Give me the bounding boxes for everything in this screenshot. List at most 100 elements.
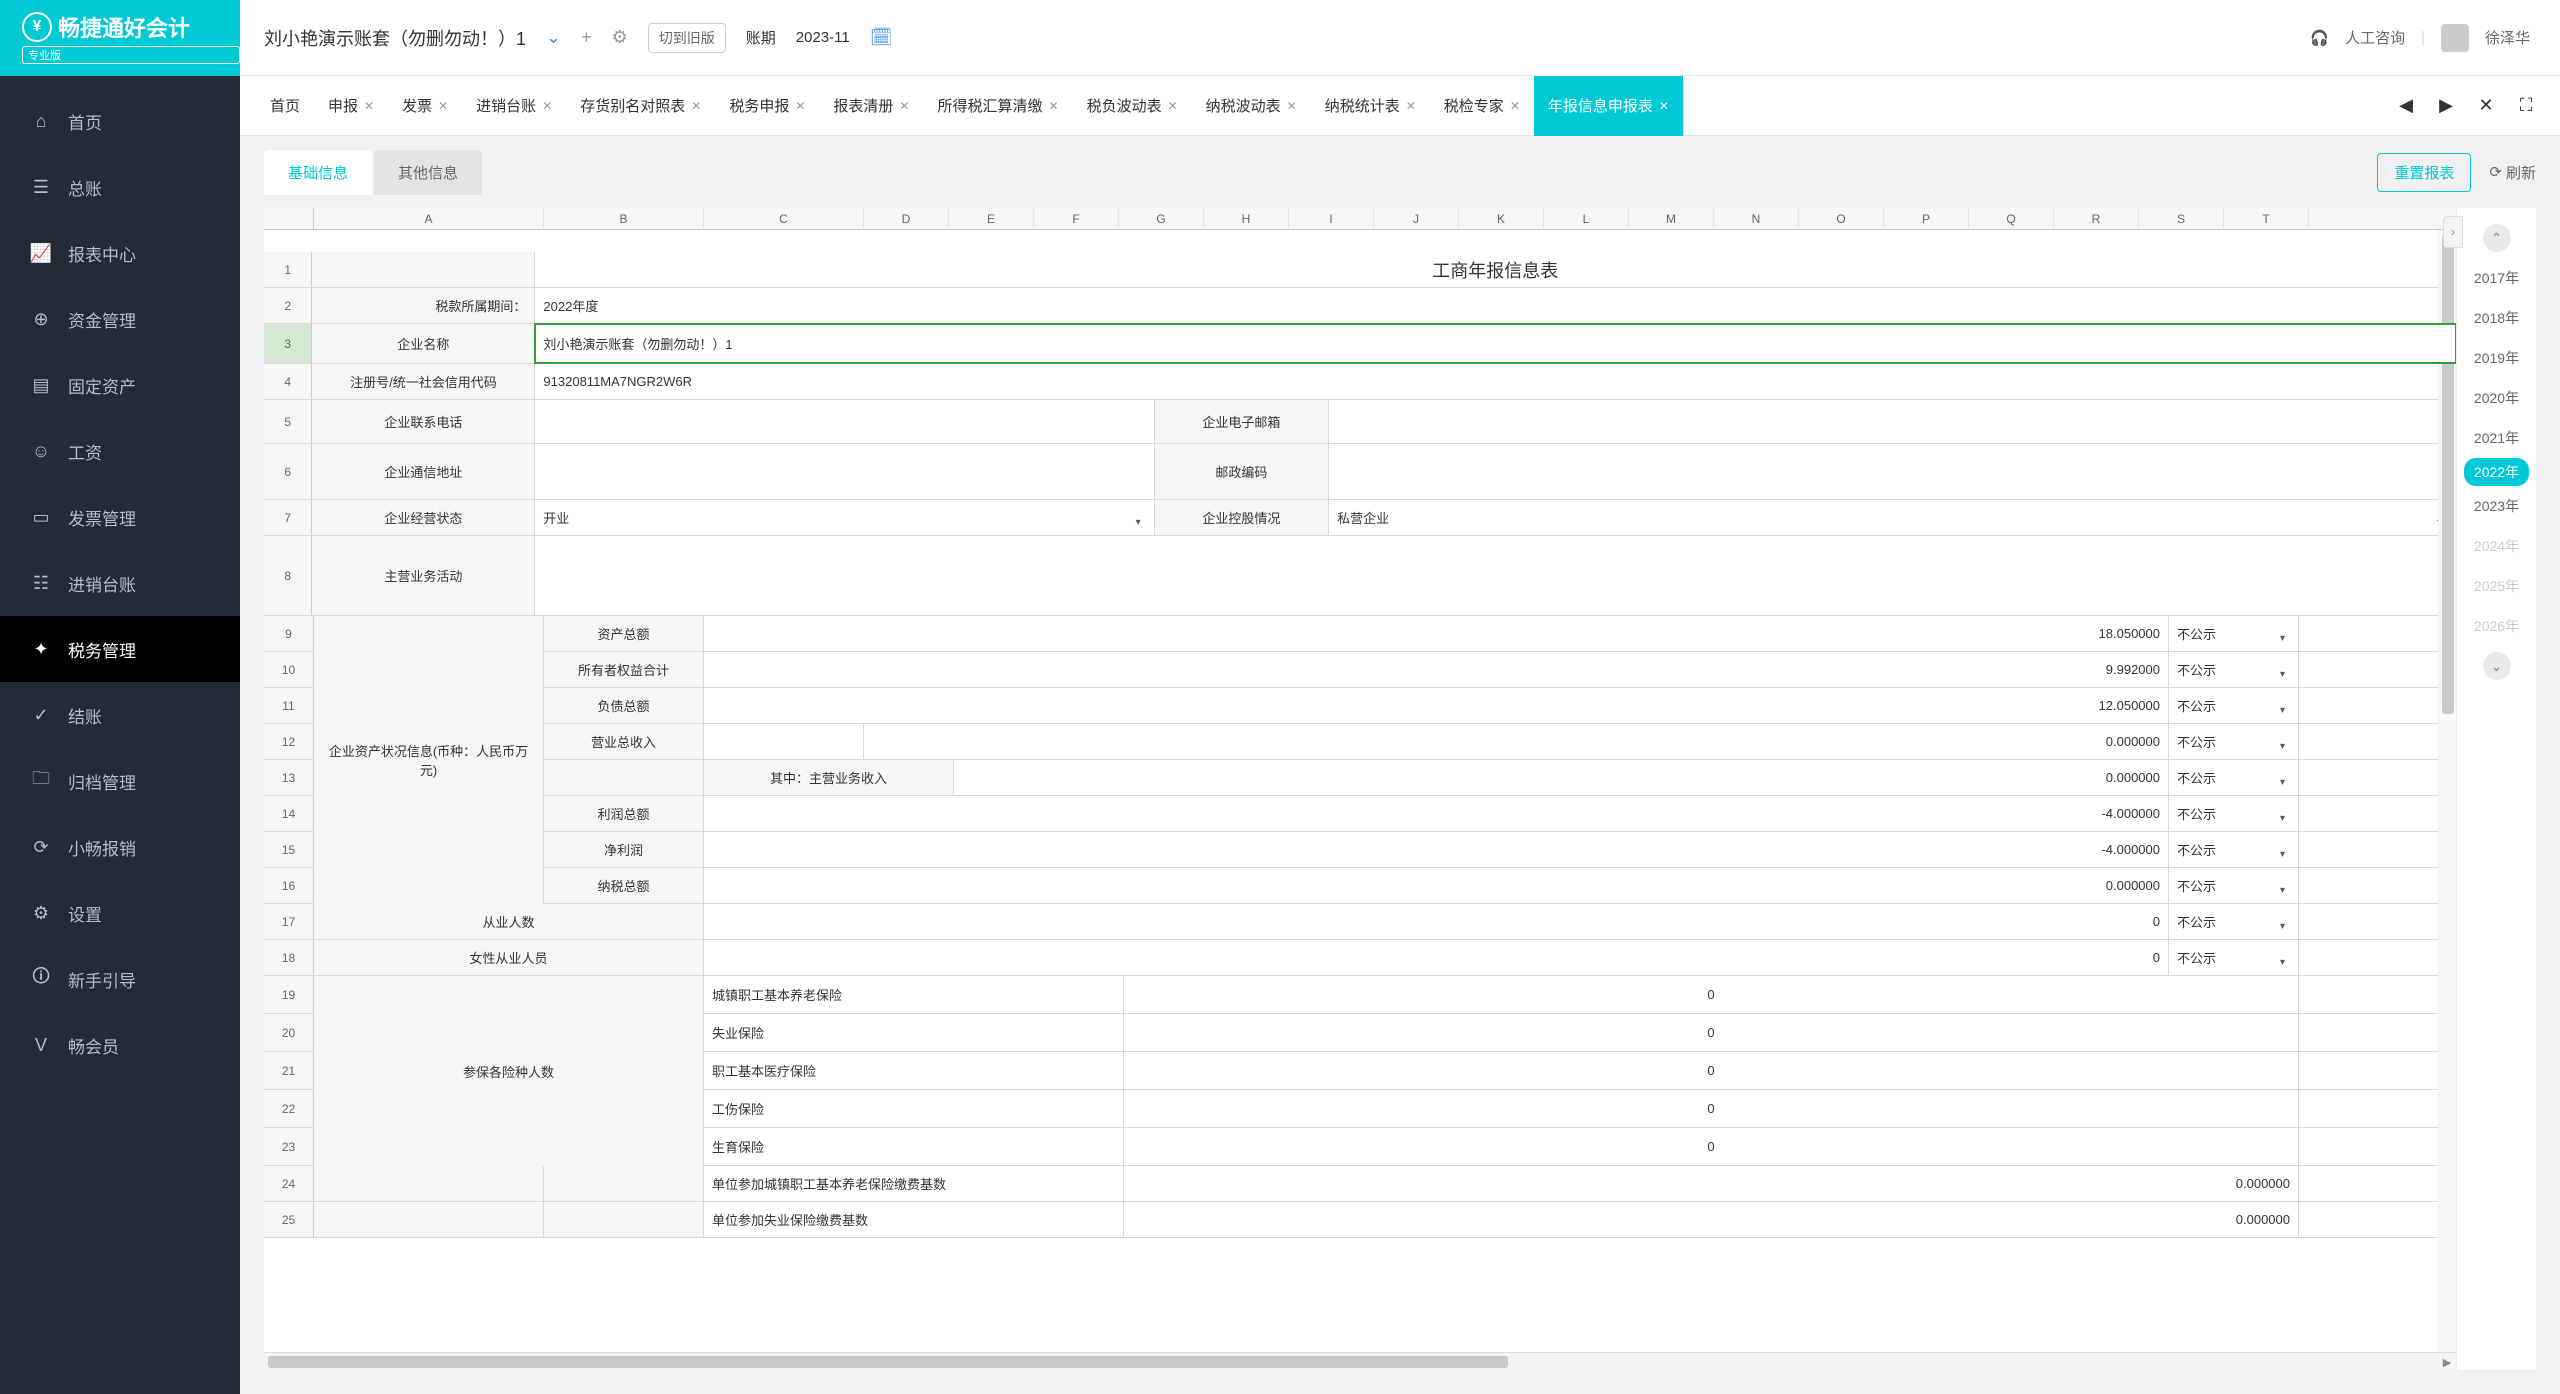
year-item[interactable]: 2021年 (2474, 418, 2519, 458)
cell[interactable]: 不公示 (2169, 940, 2299, 975)
tab[interactable]: 年报信息申报表✕ (1534, 76, 1683, 136)
cell[interactable]: 不公示 (2169, 616, 2299, 651)
tab[interactable]: 首页 (256, 76, 314, 136)
cell[interactable]: 不公示 (2169, 832, 2299, 867)
cell[interactable] (1329, 400, 2456, 443)
year-item[interactable]: 2017年 (2474, 258, 2519, 298)
cell[interactable] (535, 536, 2456, 615)
cell[interactable]: 私营企业 (1329, 500, 2456, 535)
col-header[interactable]: P (1884, 208, 1969, 229)
support-link[interactable]: 人工咨询 (2345, 27, 2405, 48)
row-header[interactable]: 20 (264, 1014, 314, 1051)
cell[interactable]: 刘小艳演示账套（勿删勿动！）1 (535, 324, 2456, 363)
tab[interactable]: 进销台账✕ (462, 76, 566, 136)
year-up-button[interactable]: ⌃ (2483, 224, 2511, 252)
tab[interactable]: 纳税统计表✕ (1311, 76, 1430, 136)
year-item[interactable]: 2020年 (2474, 378, 2519, 418)
row-header[interactable]: 6 (264, 444, 312, 499)
tabs-prev-button[interactable]: ◀ (2388, 88, 2424, 124)
row-header[interactable]: 10 (264, 652, 314, 687)
sidebar-item[interactable]: ✦税务管理 (0, 616, 240, 682)
cell[interactable] (535, 444, 1154, 499)
tab[interactable]: 税负波动表✕ (1073, 76, 1192, 136)
switch-old-button[interactable]: 切到旧版 (648, 23, 726, 53)
cell[interactable] (535, 400, 1154, 443)
corner-cell[interactable] (264, 208, 314, 229)
col-header[interactable]: K (1459, 208, 1544, 229)
col-header[interactable]: A (314, 208, 544, 229)
sidebar-item[interactable]: ⟳小畅报销 (0, 814, 240, 880)
col-header[interactable]: Q (1969, 208, 2054, 229)
col-header[interactable]: T (2224, 208, 2309, 229)
tab-close-icon[interactable]: ✕ (438, 99, 448, 113)
collapse-year-panel[interactable]: › (2443, 216, 2463, 248)
row-header[interactable]: 2 (264, 288, 312, 323)
year-item[interactable]: 2019年 (2474, 338, 2519, 378)
tab-close-icon[interactable]: ✕ (1659, 99, 1669, 113)
row-header[interactable]: 22 (264, 1090, 314, 1127)
tab[interactable]: 申报✕ (314, 76, 388, 136)
tab[interactable]: 税检专家✕ (1430, 76, 1534, 136)
cell[interactable]: 不公示 (2169, 760, 2299, 795)
cell[interactable] (704, 724, 864, 759)
row-header[interactable]: 21 (264, 1052, 314, 1089)
col-header[interactable]: L (1544, 208, 1629, 229)
tab[interactable]: 存货别名对照表✕ (566, 76, 715, 136)
tab[interactable]: 报表清册✕ (819, 76, 923, 136)
sidebar-item[interactable]: ▤固定资产 (0, 352, 240, 418)
tab-close-icon[interactable]: ✕ (795, 99, 805, 113)
tab-close-icon[interactable]: ✕ (1168, 99, 1178, 113)
tab-close-icon[interactable]: ✕ (1510, 99, 1520, 113)
subtab-basic[interactable]: 基础信息 (264, 150, 372, 195)
col-header[interactable]: D (864, 208, 949, 229)
tab-close-icon[interactable]: ✕ (1049, 99, 1059, 113)
row-header[interactable]: 13 (264, 760, 314, 795)
year-item[interactable]: 2022年 (2464, 458, 2529, 486)
tabs-next-button[interactable]: ▶ (2428, 88, 2464, 124)
cell[interactable]: 不公示 (2169, 688, 2299, 723)
col-header[interactable]: H (1204, 208, 1289, 229)
col-header[interactable]: F (1034, 208, 1119, 229)
row-header[interactable]: 16 (264, 868, 314, 903)
sidebar-item[interactable]: ⌂首页 (0, 88, 240, 154)
tab-close-icon[interactable]: ✕ (899, 99, 909, 113)
avatar[interactable] (2441, 24, 2469, 52)
row-header[interactable]: 5 (264, 400, 312, 443)
col-header[interactable]: S (2139, 208, 2224, 229)
tab-close-icon[interactable]: ✕ (542, 99, 552, 113)
tab[interactable]: 税务申报✕ (715, 76, 819, 136)
row-header[interactable]: 24 (264, 1166, 314, 1201)
row-header[interactable]: 12 (264, 724, 314, 759)
col-header[interactable]: G (1119, 208, 1204, 229)
tab[interactable]: 所得税汇算清缴✕ (923, 76, 1072, 136)
period-value[interactable]: 2023-11 (796, 29, 850, 46)
row-header[interactable]: 9 (264, 616, 314, 651)
row-header[interactable]: 11 (264, 688, 314, 723)
col-header[interactable]: C (704, 208, 864, 229)
gear-icon[interactable]: ⚙ (612, 27, 628, 48)
sidebar-item[interactable]: 🗀归档管理 (0, 748, 240, 814)
row-header[interactable]: 18 (264, 940, 314, 975)
cell[interactable]: 开业 (535, 500, 1154, 535)
col-header[interactable]: I (1289, 208, 1374, 229)
user-name[interactable]: 徐泽华 (2485, 27, 2530, 48)
tab-close-icon[interactable]: ✕ (1287, 99, 1297, 113)
row-header[interactable]: 17 (264, 904, 314, 939)
tab[interactable]: 纳税波动表✕ (1192, 76, 1311, 136)
year-item[interactable]: 2018年 (2474, 298, 2519, 338)
calendar-icon[interactable]: 🗓 (870, 27, 893, 48)
row-header[interactable]: 14 (264, 796, 314, 831)
tab-close-icon[interactable]: ✕ (691, 99, 701, 113)
row-header[interactable]: 15 (264, 832, 314, 867)
sidebar-item[interactable]: ☰总账 (0, 154, 240, 220)
year-item[interactable]: 2023年 (2474, 486, 2519, 526)
row-header[interactable]: 1 (264, 252, 312, 287)
row-header[interactable]: 8 (264, 536, 312, 615)
sidebar-item[interactable]: ☷进销台账 (0, 550, 240, 616)
sidebar-item[interactable]: ▭发票管理 (0, 484, 240, 550)
sidebar-item[interactable]: ⚙设置 (0, 880, 240, 946)
col-header[interactable]: O (1799, 208, 1884, 229)
col-header[interactable]: E (949, 208, 1034, 229)
account-selector[interactable]: 刘小艳演示账套（勿删勿动！）1 (264, 25, 526, 51)
sidebar-item[interactable]: 📈报表中心 (0, 220, 240, 286)
